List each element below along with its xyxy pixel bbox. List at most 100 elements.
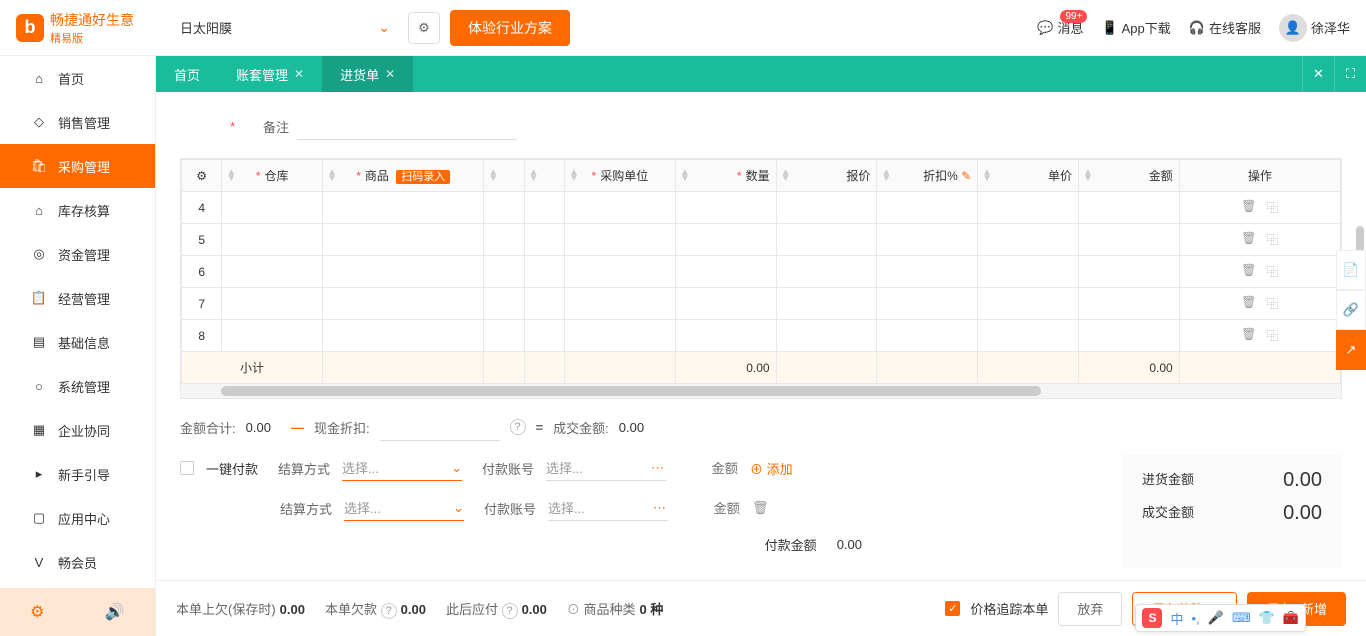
app-download-link[interactable]: 📱 App下载 [1101,18,1170,37]
col-warehouse[interactable]: ▲▼*仓库 [222,160,323,192]
tab-1[interactable]: 账套管理✕ [218,56,322,92]
sidebar-item-base[interactable]: ▤基础信息 [0,320,155,364]
delete-icon[interactable]: 🗑 [1241,231,1256,248]
ime-mic-icon[interactable]: 🎤 [1208,610,1224,626]
col-unit[interactable]: ▲▼*采购单位 [564,160,675,192]
logo: b 畅捷通好生意 精易版 [16,10,160,46]
deal-amount: 0.00 [619,420,644,435]
col-blank1[interactable]: ▲▼ [484,160,524,192]
table-row[interactable]: 6 🗑⿻ [182,256,1341,288]
add-payment-button[interactable]: ⊕ 添加 [750,459,793,478]
table-row[interactable]: 7 🗑⿻ [182,288,1341,320]
ime-skin-icon[interactable]: 👕 [1259,610,1275,626]
col-amount[interactable]: ▲▼金额 [1078,160,1179,192]
minus-icon: — [291,420,304,435]
volume-icon[interactable]: 🔊 [105,602,125,622]
col-price[interactable]: ▲▼报价 [776,160,877,192]
try-industry-button[interactable]: 体验行业方案 [450,10,570,46]
company-selector[interactable]: 日太阳膜 ⌄ [170,12,400,44]
table-row[interactable]: 5 🗑⿻ [182,224,1341,256]
customer-service-link[interactable]: 🎧 在线客服 [1189,18,1261,37]
cash-discount-input[interactable] [380,413,500,441]
app-icon: ▢ [30,509,48,527]
settings-button[interactable]: ⚙ [408,12,440,44]
delete-icon[interactable]: 🗑 [1241,295,1256,312]
sidebar-item-biz[interactable]: 📋经营管理 [0,276,155,320]
discard-button[interactable]: 放弃 [1058,592,1122,626]
col-discount[interactable]: ▲▼折扣% ✎ [877,160,978,192]
copy-icon[interactable]: ⿻ [1266,231,1278,248]
close-icon[interactable]: ✕ [294,67,304,81]
table-row[interactable]: 4 🗑⿻ [182,192,1341,224]
ime-lang[interactable]: 中 [1170,609,1183,628]
help-icon[interactable]: ? [510,419,526,435]
tab-2[interactable]: 进货单✕ [322,56,413,92]
sidebar-item-vip[interactable]: V畅会员 [0,540,155,584]
sidebar-item-money[interactable]: ◎资金管理 [0,232,155,276]
sidebar-item-stock[interactable]: ⌂库存核算 [0,188,155,232]
sidebar-item-app[interactable]: ▢应用中心 [0,496,155,540]
sidebar-item-coop[interactable]: ▦企业协同 [0,408,155,452]
tab-0[interactable]: 首页 [156,56,218,92]
amount-input-1[interactable] [678,461,738,476]
payment-summary: 进货金额 0.00 成交金额 0.00 [1122,455,1342,568]
more-icon: ⋯ [651,460,666,476]
phone-icon: 📱 [1101,20,1117,36]
ime-toolbar[interactable]: S 中 •, 🎤 ⌨ 👕 🧰 [1135,604,1306,632]
sidebar-item-sys[interactable]: ○系统管理 [0,364,155,408]
sidebar: ⌂首页◇销售管理🛍采购管理⌂库存核算◎资金管理📋经营管理▤基础信息○系统管理▦企… [0,56,156,636]
float-attach-icon[interactable]: 🔗 [1336,290,1366,330]
method-select-2[interactable]: 选择...⌄ [344,495,464,521]
horizontal-scrollbar[interactable] [181,384,1341,398]
fullscreen-button[interactable]: ⛶ [1334,56,1366,92]
col-product[interactable]: ▲▼*商品 扫码录入 [323,160,484,192]
messages-link[interactable]: 💬 消息 99+ [1037,18,1083,37]
sidebar-item-sale[interactable]: ◇销售管理 [0,100,155,144]
kinds: ⊙ 商品种类0 种 [567,599,664,618]
headset-icon: 🎧 [1189,20,1205,36]
col-qty[interactable]: ▲▼*数量 [675,160,776,192]
scrollbar-thumb[interactable] [221,386,1041,396]
table-row[interactable]: 8 🗑⿻ [182,320,1341,352]
account-select-1[interactable]: 选择...⋯ [546,455,666,481]
header-right: 💬 消息 99+ 📱 App下载 🎧 在线客服 👤 徐泽华 [1037,14,1350,42]
remark-input[interactable] [297,112,517,140]
sidebar-item-home[interactable]: ⌂首页 [0,56,155,100]
help-icon[interactable]: ? [381,603,397,619]
total-amount: 0.00 [246,420,271,435]
copy-icon[interactable]: ⿻ [1266,199,1278,216]
pay-amount-value: 0.00 [837,537,862,552]
float-draft-icon[interactable]: 📄 [1336,250,1366,290]
delete-payment-button[interactable]: 🗑 [752,500,769,516]
help-icon[interactable]: ? [502,603,518,619]
delete-icon[interactable]: 🗑 [1241,327,1256,344]
close-tab-button[interactable]: ✕ [1302,56,1334,92]
onekey-checkbox[interactable] [180,461,194,475]
main-area: 首页账套管理✕进货单✕ ✕ ⛶ * 备注 [156,56,1366,636]
col-blank2[interactable]: ▲▼ [524,160,564,192]
account-select-2[interactable]: 选择...⋯ [548,495,668,521]
delete-icon[interactable]: 🗑 [1241,263,1256,280]
scan-badge[interactable]: 扫码录入 [396,170,450,184]
amount-input-2[interactable] [680,501,740,516]
user-menu[interactable]: 👤 徐泽华 [1279,14,1350,42]
copy-icon[interactable]: ⿻ [1266,263,1278,280]
settings-icon[interactable]: ⚙ [30,602,44,622]
col-gear[interactable]: ⚙ [182,160,222,192]
ime-tool-icon[interactable]: 🧰 [1283,610,1299,626]
sidebar-item-buy[interactable]: 🛍采购管理 [0,144,155,188]
copy-icon[interactable]: ⿻ [1266,327,1278,344]
copy-icon[interactable]: ⿻ [1266,295,1278,312]
delete-icon[interactable]: 🗑 [1241,199,1256,216]
close-icon[interactable]: ✕ [385,67,395,81]
ime-keyboard-icon[interactable]: ⌨ [1232,610,1251,626]
track-checkbox[interactable]: ✓ [945,601,960,616]
col-unitprice[interactable]: ▲▼单价 [978,160,1079,192]
sidebar-item-guide[interactable]: ▸新手引导 [0,452,155,496]
method-select-1[interactable]: 选择...⌄ [342,455,462,481]
message-badge: 99+ [1060,10,1087,23]
edit-icon[interactable]: ✎ [961,169,971,183]
ime-punct-icon[interactable]: •, [1192,611,1200,626]
float-expand-icon[interactable]: ↗ [1336,330,1366,370]
home-icon: ⌂ [30,69,48,87]
